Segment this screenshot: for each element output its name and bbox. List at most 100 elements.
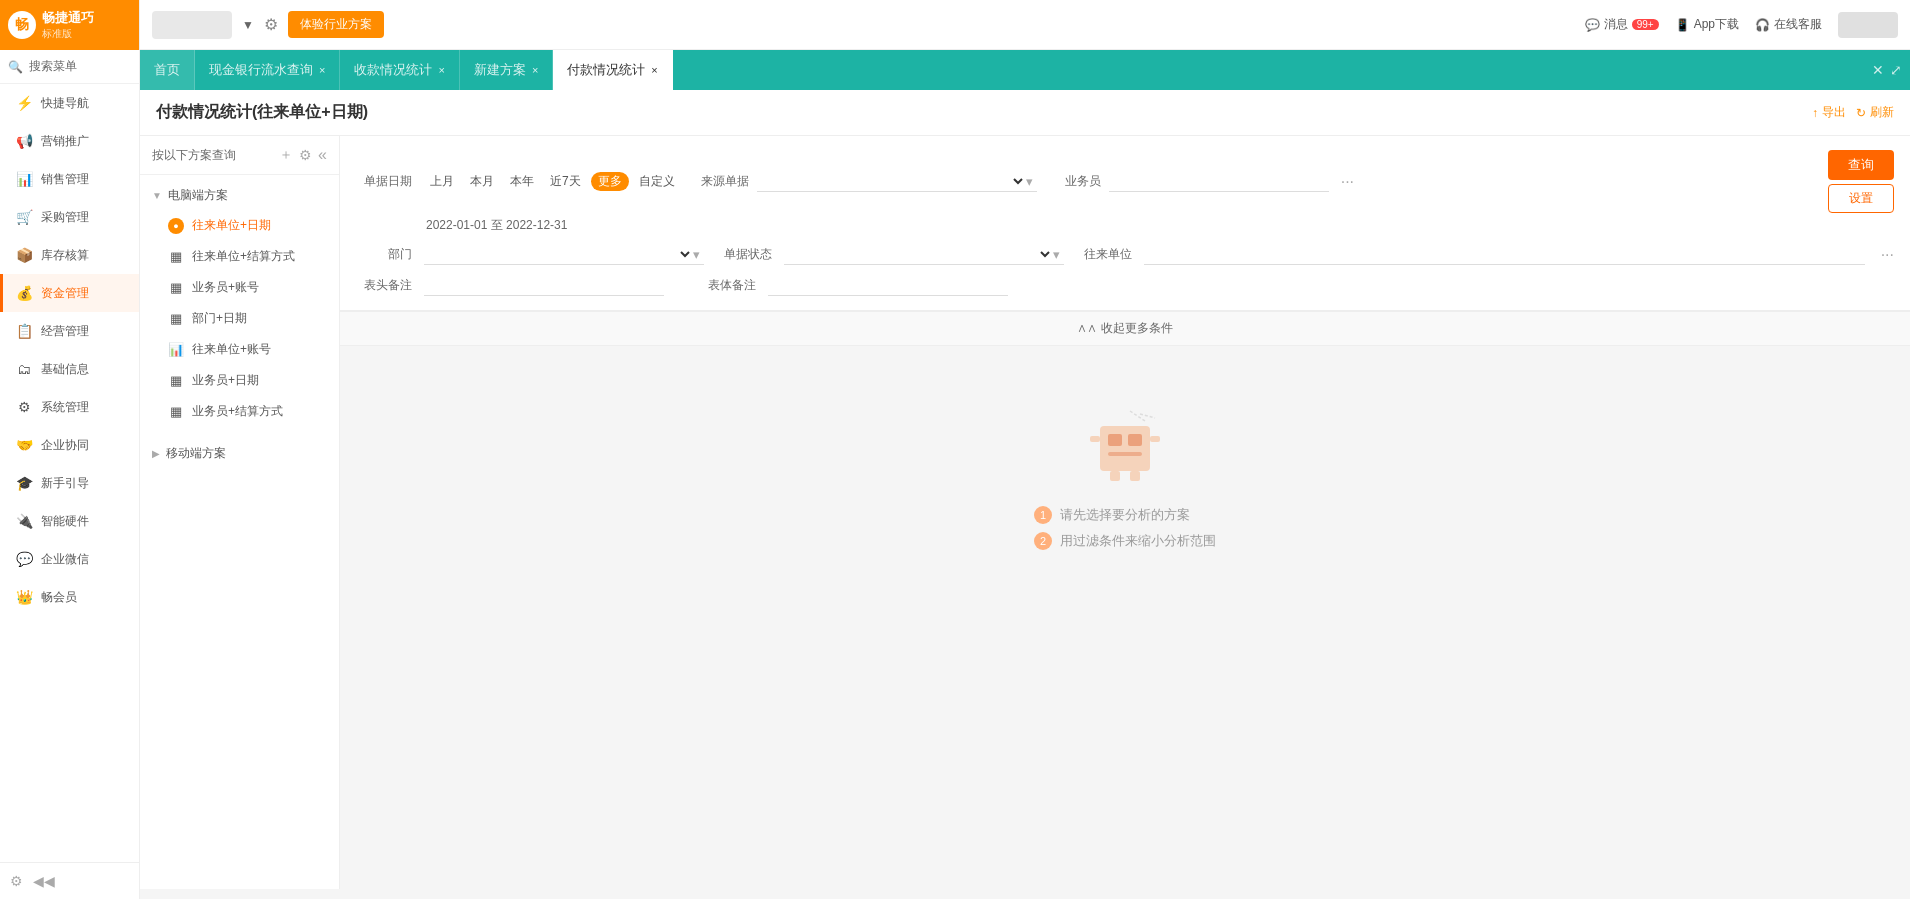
plan-item-dept-date[interactable]: ▦ 部门+日期 [140,303,339,334]
sidebar-item-marketing[interactable]: 📢 营销推广 [0,122,139,160]
header-note-input[interactable] [424,275,664,296]
tab-bank-flow[interactable]: 现金银行流水查询 × [195,50,340,90]
page-header-actions: ↑ 导出 ↻ 刷新 [1812,104,1894,121]
plan-chart-icon: 📊 [168,342,184,358]
sidebar-item-wechat[interactable]: 💬 企业微信 [0,540,139,578]
plan-item-counterpart-account[interactable]: 📊 往来单位+账号 [140,334,339,365]
filter-row-1: 单据日期 上月 本月 本年 近7天 更多 自定义 来源单据 [356,150,1894,213]
sidebar-footer: ⚙ ◀◀ [0,862,139,899]
tab-close-all-icon[interactable]: ✕ [1872,62,1884,78]
sidebar-item-vip[interactable]: 👑 畅会员 [0,578,139,616]
sidebar-item-purchase[interactable]: 🛒 采购管理 [0,198,139,236]
topbar: ▼ ⚙ 体验行业方案 💬 消息 99+ 📱 App下载 🎧 在线客服 [140,0,1910,50]
plan-item-counterpart-settlement[interactable]: ▦ 往来单位+结算方式 [140,241,339,272]
dept-select[interactable] [428,246,693,262]
mobile-section-header[interactable]: ▶ 移动端方案 [140,439,339,468]
sidebar-item-enterprise[interactable]: 🤝 企业协同 [0,426,139,464]
plan-item-salesperson-account[interactable]: ▦ 业务员+账号 [140,272,339,303]
sidebar-search[interactable]: 🔍 搜索菜单 [0,50,139,84]
topbar-user-avatar[interactable] [1838,12,1898,38]
dept-select-wrap[interactable]: ▾ [424,244,704,265]
tab-collection-stats[interactable]: 收款情况统计 × [340,50,459,90]
base-icon: 🗂 [15,360,33,378]
tab-bank-flow-close[interactable]: × [319,64,325,76]
hardware-icon: 🔌 [15,512,33,530]
settings-button[interactable]: 设置 [1828,184,1894,213]
topbar-gear-icon[interactable]: ⚙ [264,15,278,34]
collapse-panel-icon[interactable]: « [318,146,327,164]
topbar-dropdown-arrow[interactable]: ▼ [242,18,254,32]
sidebar-item-system[interactable]: ⚙ 系统管理 [0,388,139,426]
left-panel: 按以下方案查询 ＋ ⚙ « ▼ 电脑端方案 ● 往来单位+日期 [140,136,340,889]
collapse-sidebar-icon[interactable]: ◀◀ [33,873,55,889]
sidebar-item-operation[interactable]: 📋 经营管理 [0,312,139,350]
counterpart-dots[interactable]: ··· [1881,246,1894,264]
plan-item-counterpart-date[interactable]: ● 往来单位+日期 [140,210,339,241]
source-doc-select[interactable] [761,173,1026,189]
sales-icon: 📊 [15,170,33,188]
vip-icon: 👑 [15,588,33,606]
tab-new-plan[interactable]: 新建方案 × [460,50,553,90]
tab-collection-stats-close[interactable]: × [438,64,444,76]
source-doc-label: 来源单据 [693,173,749,190]
sidebar-item-label: 智能硬件 [41,513,89,530]
plan-item-salesperson-date[interactable]: ▦ 业务员+日期 [140,365,339,396]
filter-row-3: 表头备注 表体备注 [356,275,1894,296]
query-button[interactable]: 查询 [1828,150,1894,180]
sidebar-subtitle: 标准版 [42,27,94,41]
tab-home[interactable]: 首页 [140,50,195,90]
date-btn-custom[interactable]: 自定义 [633,171,681,192]
sidebar: 畅 畅捷通巧 标准版 🔍 搜索菜单 ⚡ 快捷导航 📢 营销推广 📊 销售管理 🛒… [0,0,140,899]
online-service-action[interactable]: 🎧 在线客服 [1755,16,1822,33]
date-btn-7days[interactable]: 近7天 [544,171,587,192]
tab-payment-stats-close[interactable]: × [651,64,657,76]
messages-action[interactable]: 💬 消息 99+ [1585,16,1659,33]
topbar-actions: 💬 消息 99+ 📱 App下载 🎧 在线客服 [1585,12,1898,38]
doc-status-select-wrap[interactable]: ▾ [784,244,1064,265]
sidebar-item-guide[interactable]: 🎓 新手引导 [0,464,139,502]
filter-area: 单据日期 上月 本月 本年 近7天 更多 自定义 来源单据 [340,136,1910,311]
sidebar-item-sales[interactable]: 📊 销售管理 [0,160,139,198]
source-doc-chevron: ▾ [1026,174,1033,189]
body-note-input[interactable] [768,275,1008,296]
date-btn-more[interactable]: 更多 [591,172,629,191]
source-doc-select-wrap[interactable]: ▾ [757,171,1037,192]
tab-payment-stats-label: 付款情况统计 [567,61,645,79]
sidebar-item-hardware[interactable]: 🔌 智能硬件 [0,502,139,540]
collapse-bar[interactable]: ∧∧ 收起更多条件 [340,311,1910,346]
plan-table-icon4: ▦ [168,373,184,389]
tab-payment-stats[interactable]: 付款情况统计 × [553,50,672,90]
trial-btn[interactable]: 体验行业方案 [288,11,384,38]
export-btn[interactable]: ↑ 导出 [1812,104,1846,121]
salesperson-input[interactable] [1109,171,1329,192]
salesperson-dots[interactable]: ··· [1341,173,1354,191]
sidebar-item-base[interactable]: 🗂 基础信息 [0,350,139,388]
date-btn-this-month[interactable]: 本月 [464,171,500,192]
sidebar-item-quick-nav[interactable]: ⚡ 快捷导航 [0,84,139,122]
app-icon: 📱 [1675,18,1690,32]
date-range-value: 2022-01-01 至 2022-12-31 [426,217,567,234]
tab-expand-icon[interactable]: ⤢ [1890,62,1902,78]
sidebar-item-label: 基础信息 [41,361,89,378]
desktop-section-header[interactable]: ▼ 电脑端方案 [140,181,339,210]
settings-footer-icon[interactable]: ⚙ [10,873,23,889]
settings-plan-icon[interactable]: ⚙ [299,147,312,163]
date-btn-last-month[interactable]: 上月 [424,171,460,192]
export-icon: ↑ [1812,106,1818,120]
plan-table-icon: ▦ [168,249,184,265]
empty-tips: 1 请先选择要分析的方案 2 用过滤条件来缩小分析范围 [1034,506,1216,550]
sidebar-item-finance[interactable]: 💰 资金管理 [0,274,139,312]
refresh-btn[interactable]: ↻ 刷新 [1856,104,1894,121]
counterpart-input[interactable] [1144,244,1865,265]
doc-status-select[interactable] [788,246,1053,262]
plan-item-salesperson-settlement[interactable]: ▦ 业务员+结算方式 [140,396,339,427]
tab-new-plan-close[interactable]: × [532,64,538,76]
app-download-action[interactable]: 📱 App下载 [1675,16,1739,33]
add-plan-icon[interactable]: ＋ [279,146,293,164]
sidebar-item-label: 经营管理 [41,323,89,340]
sidebar-item-stock[interactable]: 📦 库存核算 [0,236,139,274]
date-btn-this-year[interactable]: 本年 [504,171,540,192]
mobile-plan-section: ▶ 移动端方案 [140,433,339,474]
page-title: 付款情况统计(往来单位+日期) [156,102,368,123]
service-icon: 🎧 [1755,18,1770,32]
